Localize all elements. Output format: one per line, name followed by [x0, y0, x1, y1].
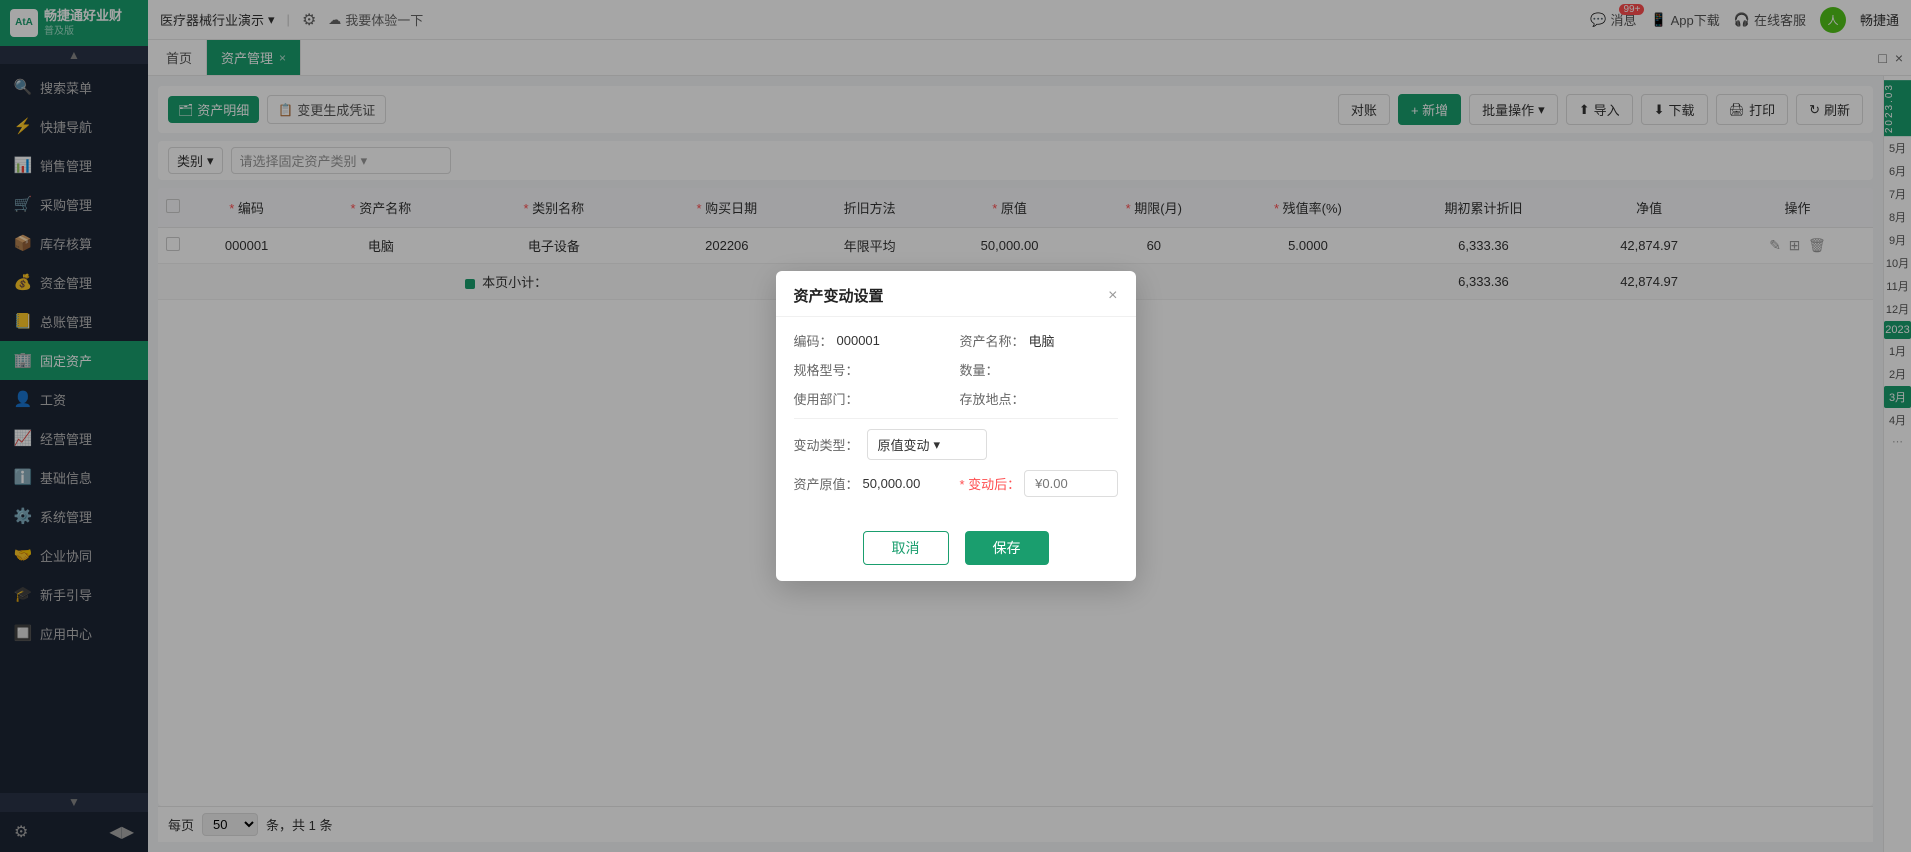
field-code: 编码： 000001	[794, 331, 952, 350]
cancel-btn[interactable]: 取消	[863, 531, 949, 565]
dialog-row-3: 使用部门： 存放地点：	[794, 389, 1118, 408]
code-label: 编码：	[794, 331, 833, 350]
dialog-row-1: 编码： 000001 资产名称： 电脑	[794, 331, 1118, 350]
after-change-label: * 变动后：	[960, 474, 1021, 493]
change-type-select[interactable]: 原值变动 ▾	[867, 429, 987, 460]
field-spec: 规格型号：	[794, 360, 952, 379]
field-asset-value: 资产原值： 50,000.00	[794, 474, 952, 493]
spec-label: 规格型号：	[794, 360, 859, 379]
asset-value-label: 资产原值：	[794, 474, 859, 493]
dept-label: 使用部门：	[794, 389, 859, 408]
dialog-actions: 取消 保存	[776, 521, 1136, 581]
dialog-overlay[interactable]: 资产变动设置 × 编码： 000001 资产名称： 电脑 规格型号：	[0, 0, 1911, 852]
asset-name-label: 资产名称：	[960, 331, 1025, 350]
asset-name-value: 电脑	[1029, 331, 1055, 350]
dialog-title: 资产变动设置	[794, 285, 884, 306]
change-type-label: 变动类型：	[794, 435, 859, 454]
dialog-row-5: 资产原值： 50,000.00 * 变动后：	[794, 470, 1118, 497]
location-label: 存放地点：	[960, 389, 1025, 408]
change-type-value: 原值变动	[878, 435, 930, 454]
field-dept: 使用部门：	[794, 389, 952, 408]
field-quantity: 数量：	[960, 360, 1118, 379]
quantity-label: 数量：	[960, 360, 999, 379]
dialog-row-2: 规格型号： 数量：	[794, 360, 1118, 379]
dialog-divider	[794, 418, 1118, 419]
asset-change-dialog: 资产变动设置 × 编码： 000001 资产名称： 电脑 规格型号：	[776, 271, 1136, 581]
dialog-row-4: 变动类型： 原值变动 ▾	[794, 429, 1118, 460]
field-asset-name: 资产名称： 电脑	[960, 331, 1118, 350]
field-location: 存放地点：	[960, 389, 1118, 408]
dialog-close-btn[interactable]: ×	[1108, 287, 1117, 305]
save-btn[interactable]: 保存	[965, 531, 1049, 565]
after-change-input[interactable]	[1024, 470, 1117, 497]
dialog-header: 资产变动设置 ×	[776, 271, 1136, 317]
code-value: 000001	[837, 333, 880, 348]
asset-value-value: 50,000.00	[863, 476, 921, 491]
change-type-dropdown-icon: ▾	[934, 437, 941, 453]
dialog-body: 编码： 000001 资产名称： 电脑 规格型号： 数量：	[776, 317, 1136, 521]
field-after-change: * 变动后：	[960, 470, 1118, 497]
